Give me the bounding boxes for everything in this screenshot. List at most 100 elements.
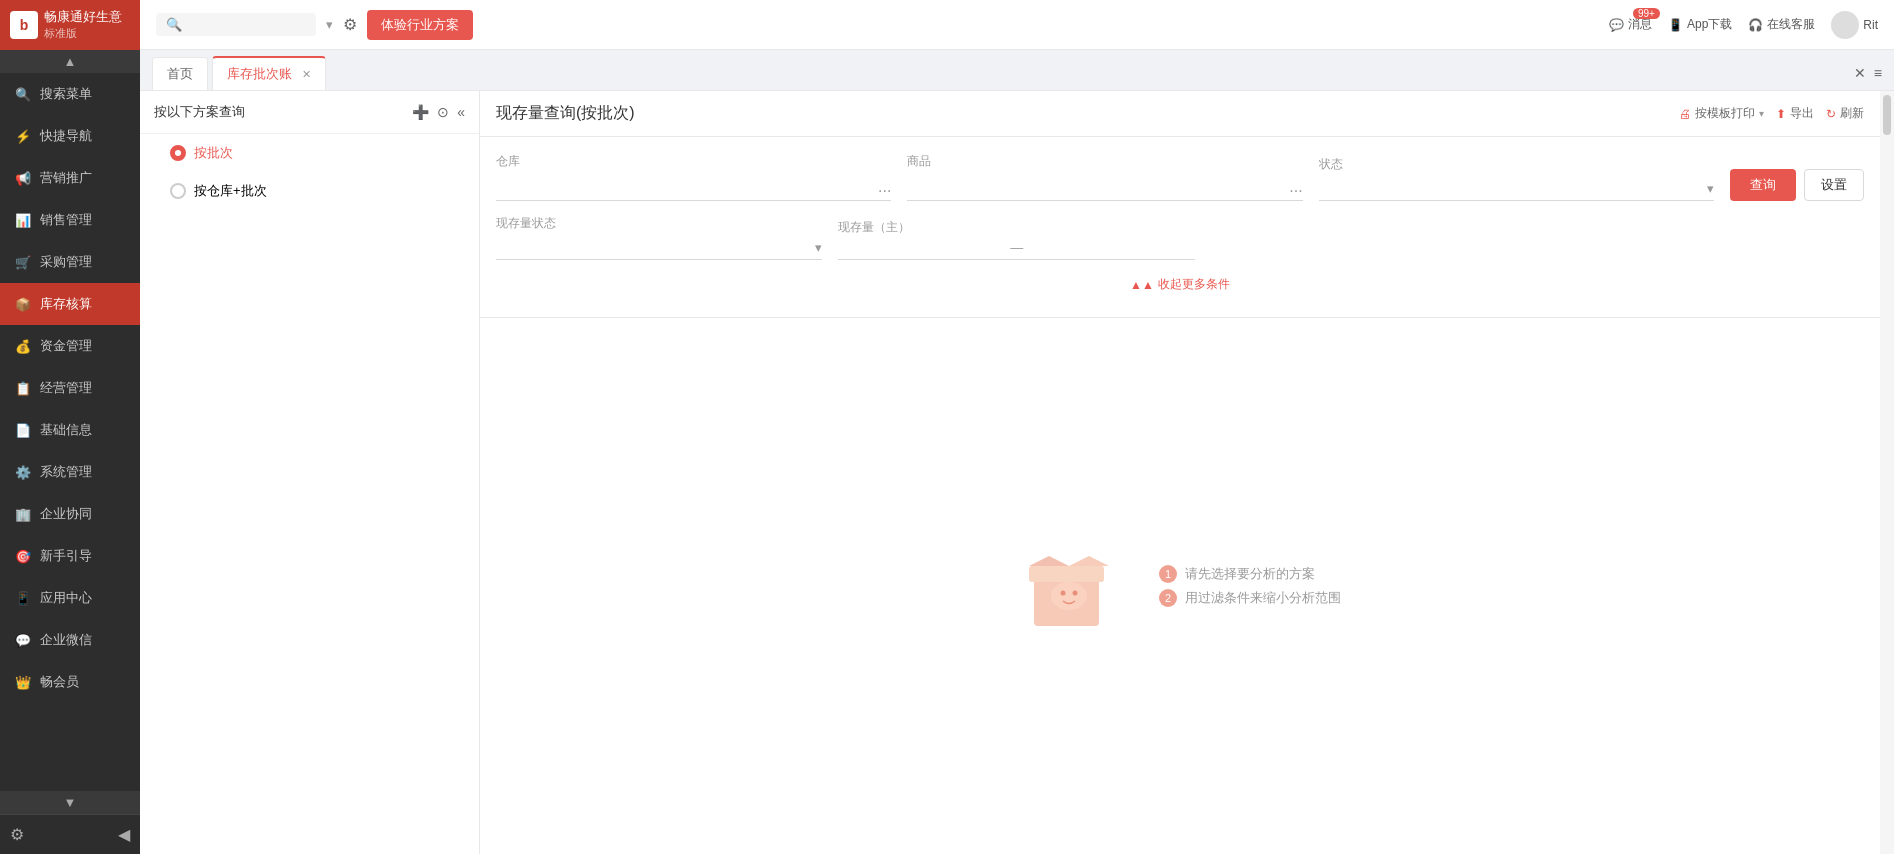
plan-settings-button[interactable]: ⊙ bbox=[437, 104, 449, 120]
right-scrollbar[interactable] bbox=[1880, 91, 1894, 854]
enterprise-icon: 🏢 bbox=[14, 505, 32, 523]
sidebar-item-system[interactable]: ⚙️ 系统管理 bbox=[0, 451, 140, 493]
query-button[interactable]: 查询 bbox=[1730, 169, 1796, 201]
export-button[interactable]: ⬆ 导出 bbox=[1776, 105, 1814, 122]
sidebar-header: b 畅康通好生意 标准版 bbox=[0, 0, 140, 50]
more-page-icon[interactable]: ≡ bbox=[1874, 65, 1882, 81]
content-area: 按以下方案查询 ➕ ⊙ « 按批次 按仓库+批次 现存量查询(按批次) bbox=[140, 91, 1894, 854]
topbar-chevron-icon[interactable]: ▾ bbox=[326, 17, 333, 32]
online-service-button[interactable]: 🎧 在线客服 bbox=[1748, 16, 1815, 33]
print-chevron-icon[interactable]: ▾ bbox=[1759, 108, 1764, 119]
sidebar-item-appcenter[interactable]: 📱 应用中心 bbox=[0, 577, 140, 619]
warehouse-more-icon[interactable]: ... bbox=[878, 178, 891, 196]
export-icon: ⬆ bbox=[1776, 107, 1786, 121]
sidebar-item-basic[interactable]: 📄 基础信息 bbox=[0, 409, 140, 451]
sidebar-item-enterprise[interactable]: 🏢 企业协同 bbox=[0, 493, 140, 535]
status-select[interactable]: 全部 正常 停用 bbox=[1319, 181, 1707, 196]
user-menu[interactable]: Rit bbox=[1831, 11, 1878, 39]
sidebar-item-purchase[interactable]: 🛒 采购管理 bbox=[0, 241, 140, 283]
collapse-panel-button[interactable]: « bbox=[457, 104, 465, 120]
plan-item-by-batch[interactable]: 按批次 bbox=[140, 134, 479, 172]
plan-dot-active bbox=[170, 145, 186, 161]
sidebar-item-shortcut[interactable]: ⚡ 快捷导航 bbox=[0, 115, 140, 157]
tab-batch-ledger[interactable]: 库存批次账 ✕ bbox=[212, 56, 326, 90]
sales-icon: 📊 bbox=[14, 211, 32, 229]
company-name: 畅康通好生意 bbox=[44, 9, 122, 26]
qty-range-dash: — bbox=[1010, 240, 1023, 255]
sidebar-nav: 🔍 搜索菜单 ⚡ 快捷导航 📢 营销推广 📊 销售管理 🛒 采购管理 📦 库存核… bbox=[0, 73, 140, 791]
collapse-sidebar-button[interactable]: ◀ bbox=[118, 825, 130, 844]
inventory-qty-to-input[interactable] bbox=[1027, 240, 1195, 255]
headset-icon: 🎧 bbox=[1748, 18, 1763, 32]
sidebar-item-search[interactable]: 🔍 搜索菜单 bbox=[0, 73, 140, 115]
page-header-actions: 🖨 按模板打印 ▾ ⬆ 导出 ↻ 刷新 bbox=[1679, 105, 1864, 122]
product-more-icon[interactable]: ... bbox=[1289, 178, 1302, 196]
edition-label: 标准版 bbox=[44, 26, 122, 41]
inventory-qty-from-input[interactable] bbox=[838, 240, 1006, 255]
trial-button[interactable]: 体验行业方案 bbox=[367, 10, 473, 40]
app-download-button[interactable]: 📱 App下载 bbox=[1668, 16, 1732, 33]
warehouse-input-wrap: ... bbox=[496, 174, 891, 201]
sidebar-item-vip[interactable]: 👑 畅会员 bbox=[0, 661, 140, 703]
svg-point-4 bbox=[1073, 591, 1078, 596]
newguide-icon: 🎯 bbox=[14, 547, 32, 565]
svg-point-3 bbox=[1061, 591, 1066, 596]
inventory-status-select[interactable]: 全部 有库存 无库存 bbox=[496, 240, 815, 255]
collapse-up-icon: ▲▲ bbox=[1130, 278, 1154, 292]
message-button[interactable]: 💬 消息 99+ bbox=[1609, 16, 1652, 33]
warehouse-input[interactable] bbox=[496, 180, 878, 195]
close-page-icon[interactable]: ✕ bbox=[1854, 65, 1866, 81]
sidebar-item-inventory[interactable]: 📦 库存核算 bbox=[0, 283, 140, 325]
tab-home[interactable]: 首页 bbox=[152, 57, 208, 90]
tab-close-icon[interactable]: ✕ bbox=[302, 68, 311, 80]
status-field: 状态 全部 正常 停用 ▾ bbox=[1319, 156, 1714, 201]
tabs-bar: 首页 库存批次账 ✕ ✕ ≡ bbox=[140, 50, 1894, 91]
sidebar-item-newguide[interactable]: 🎯 新手引导 bbox=[0, 535, 140, 577]
inventory-qty-label: 现存量（主） bbox=[838, 219, 1195, 236]
plan-item-by-warehouse-batch[interactable]: 按仓库+批次 bbox=[140, 172, 479, 210]
plan-dot-inactive bbox=[170, 183, 186, 199]
warehouse-field: 仓库 ... bbox=[496, 153, 891, 201]
hint-1-num: 1 bbox=[1159, 565, 1177, 583]
collapse-more-button[interactable]: ▲▲ 收起更多条件 bbox=[496, 268, 1864, 301]
sidebar-item-operations[interactable]: 📋 经营管理 bbox=[0, 367, 140, 409]
add-plan-button[interactable]: ➕ bbox=[412, 104, 429, 120]
topbar: 🔍 ▾ ⚙ 体验行业方案 💬 消息 99+ 📱 App下载 🎧 在线客服 Rit bbox=[140, 0, 1894, 50]
left-panel-header: 按以下方案查询 ➕ ⊙ « bbox=[140, 91, 479, 134]
print-icon: 🖨 bbox=[1679, 107, 1691, 121]
inventory-status-select-wrap: 全部 有库存 无库存 ▾ bbox=[496, 236, 822, 260]
app-logo: b bbox=[10, 11, 38, 39]
sidebar-item-corpwx[interactable]: 💬 企业微信 bbox=[0, 619, 140, 661]
topbar-search-input[interactable] bbox=[188, 18, 288, 32]
main-area: 🔍 ▾ ⚙ 体验行业方案 💬 消息 99+ 📱 App下载 🎧 在线客服 Rit bbox=[140, 0, 1894, 854]
page-header: 现存量查询(按批次) 🖨 按模板打印 ▾ ⬆ 导出 ↻ 刷新 bbox=[480, 91, 1880, 137]
sidebar-item-marketing[interactable]: 📢 营销推广 bbox=[0, 157, 140, 199]
inventory-icon: 📦 bbox=[14, 295, 32, 313]
sidebar-item-finance[interactable]: 💰 资金管理 bbox=[0, 325, 140, 367]
page-title: 现存量查询(按批次) bbox=[496, 103, 635, 124]
settings-button[interactable]: 设置 bbox=[1804, 169, 1864, 201]
warehouse-label: 仓库 bbox=[496, 153, 891, 170]
shortcut-icon: ⚡ bbox=[14, 127, 32, 145]
topbar-settings-icon[interactable]: ⚙ bbox=[343, 15, 357, 34]
filter-area: 仓库 ... 商品 ... bbox=[480, 137, 1880, 318]
product-input[interactable] bbox=[907, 180, 1289, 195]
svg-point-2 bbox=[1051, 582, 1087, 610]
sidebar-item-sales[interactable]: 📊 销售管理 bbox=[0, 199, 140, 241]
search-nav-icon: 🔍 bbox=[14, 85, 32, 103]
basic-icon: 📄 bbox=[14, 421, 32, 439]
left-panel: 按以下方案查询 ➕ ⊙ « 按批次 按仓库+批次 bbox=[140, 91, 480, 854]
filter-section: 仓库 ... 商品 ... bbox=[480, 137, 1880, 318]
settings-footer-button[interactable]: ⚙ bbox=[10, 825, 24, 844]
inventory-status-label: 现存量状态 bbox=[496, 215, 822, 232]
hint-2: 2 用过滤条件来缩小分析范围 bbox=[1159, 589, 1341, 607]
product-label: 商品 bbox=[907, 153, 1302, 170]
topbar-search-box[interactable]: 🔍 bbox=[156, 13, 316, 36]
print-button[interactable]: 🖨 按模板打印 ▾ bbox=[1679, 105, 1764, 122]
sidebar-scroll-up[interactable]: ▲ bbox=[0, 50, 140, 73]
sidebar-scroll-down[interactable]: ▼ bbox=[0, 791, 140, 814]
action-buttons: 查询 设置 bbox=[1730, 169, 1864, 201]
hint-2-num: 2 bbox=[1159, 589, 1177, 607]
inventory-status-chevron-icon: ▾ bbox=[815, 240, 822, 255]
refresh-button[interactable]: ↻ 刷新 bbox=[1826, 105, 1864, 122]
